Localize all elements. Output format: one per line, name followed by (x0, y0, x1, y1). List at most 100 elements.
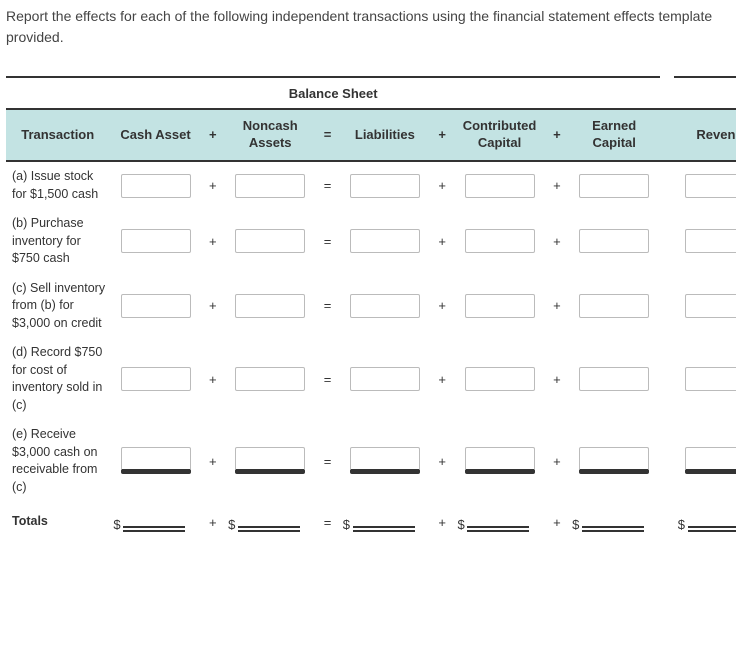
op: + (202, 502, 224, 538)
noncash-assets-input[interactable] (235, 174, 305, 198)
noncash-assets-input[interactable] (235, 294, 305, 318)
revenue-input[interactable] (685, 447, 736, 471)
earned-capital-input[interactable] (579, 294, 649, 318)
op: + (202, 274, 224, 339)
spacer (660, 209, 673, 274)
liabilities-input[interactable] (350, 229, 420, 253)
liabilities-input[interactable] (350, 367, 420, 391)
op: + (546, 161, 568, 209)
total-underline (238, 512, 300, 528)
contributed-capital-input[interactable] (465, 447, 535, 471)
liabilities-total: $ (339, 502, 431, 538)
total-underline (582, 512, 644, 528)
op: = (316, 420, 338, 502)
op: + (546, 502, 568, 538)
op: + (431, 502, 453, 538)
transaction-label: (a) Issue stock for $1,500 cash (6, 161, 109, 209)
spacer (660, 502, 673, 538)
cash-asset-input[interactable] (121, 229, 191, 253)
contributed-capital-input[interactable] (465, 294, 535, 318)
earned-capital-total: $ (568, 502, 660, 538)
transaction-label: (b) Purchase inventory for $750 cash (6, 209, 109, 274)
transaction-label: (d) Record $750 for cost of inventory so… (6, 338, 109, 420)
col-op-plus2: + (431, 109, 453, 161)
op: + (202, 161, 224, 209)
cash-asset-input[interactable] (121, 294, 191, 318)
effects-table: Balance Sheet Transaction Cash Asset + N… (6, 76, 736, 538)
op: + (431, 209, 453, 274)
col-op-plus1: + (202, 109, 224, 161)
revenue-input[interactable] (685, 174, 736, 198)
revenue-input[interactable] (685, 367, 736, 391)
spacer (660, 420, 673, 502)
revenue-input[interactable] (685, 229, 736, 253)
cash-asset-input[interactable] (121, 367, 191, 391)
earned-capital-input[interactable] (579, 367, 649, 391)
op: + (546, 274, 568, 339)
spacer (660, 109, 673, 161)
currency-symbol: $ (228, 517, 238, 532)
table-row: (b) Purchase inventory for $750 cash + = + + (6, 209, 736, 274)
currency-symbol: $ (572, 517, 582, 532)
earned-capital-input[interactable] (579, 174, 649, 198)
total-underline (123, 512, 185, 528)
contributed-capital-input[interactable] (465, 229, 535, 253)
contributed-capital-input[interactable] (465, 174, 535, 198)
balance-sheet-header: Balance Sheet (6, 77, 660, 109)
op: + (546, 209, 568, 274)
col-op-plus3: + (546, 109, 568, 161)
contributed-capital-total: $ (453, 502, 545, 538)
op: + (202, 209, 224, 274)
noncash-assets-input[interactable] (235, 367, 305, 391)
revenue-input[interactable] (685, 294, 736, 318)
totals-label: Totals (6, 502, 109, 538)
earned-capital-input[interactable] (579, 447, 649, 471)
col-earned-capital: Earned Capital (568, 109, 660, 161)
income-header (674, 77, 736, 109)
op: + (431, 161, 453, 209)
spacer (660, 274, 673, 339)
cash-asset-input[interactable] (121, 447, 191, 471)
op: + (202, 338, 224, 420)
table-row: (d) Record $750 for cost of inventory so… (6, 338, 736, 420)
op: + (431, 338, 453, 420)
column-header-row: Transaction Cash Asset + Noncash Assets … (6, 109, 736, 161)
op: + (202, 420, 224, 502)
instructions-text: Report the effects for each of the follo… (6, 6, 736, 48)
col-liabilities: Liabilities (339, 109, 431, 161)
totals-row: Totals $ + $ = $ + $ + $ $ (6, 502, 736, 538)
total-underline (353, 512, 415, 528)
earned-capital-input[interactable] (579, 229, 649, 253)
currency-symbol: $ (113, 517, 123, 532)
op: + (431, 420, 453, 502)
total-underline (467, 512, 529, 528)
col-noncash-assets: Noncash Assets (224, 109, 316, 161)
spacer (660, 338, 673, 420)
liabilities-input[interactable] (350, 294, 420, 318)
col-contributed-capital: Contributed Capital (453, 109, 545, 161)
liabilities-input[interactable] (350, 447, 420, 471)
group-header-row: Balance Sheet (6, 77, 736, 109)
op: = (316, 209, 338, 274)
spacer (660, 161, 673, 209)
op: = (316, 502, 338, 538)
currency-symbol: $ (678, 517, 688, 532)
op: + (546, 420, 568, 502)
col-revenue: Revenu (674, 109, 736, 161)
contributed-capital-input[interactable] (465, 367, 535, 391)
op: = (316, 274, 338, 339)
table-row: (e) Receive $3,000 cash on receivable fr… (6, 420, 736, 502)
table-row: (a) Issue stock for $1,500 cash + = + + (6, 161, 736, 209)
op: = (316, 161, 338, 209)
op: + (546, 338, 568, 420)
currency-symbol: $ (457, 517, 467, 532)
col-op-equals: = (316, 109, 338, 161)
noncash-assets-input[interactable] (235, 229, 305, 253)
effects-table-wrapper: Balance Sheet Transaction Cash Asset + N… (6, 76, 736, 538)
col-cash-asset: Cash Asset (109, 109, 201, 161)
liabilities-input[interactable] (350, 174, 420, 198)
noncash-assets-input[interactable] (235, 447, 305, 471)
currency-symbol: $ (343, 517, 353, 532)
op: + (431, 274, 453, 339)
cash-asset-input[interactable] (121, 174, 191, 198)
